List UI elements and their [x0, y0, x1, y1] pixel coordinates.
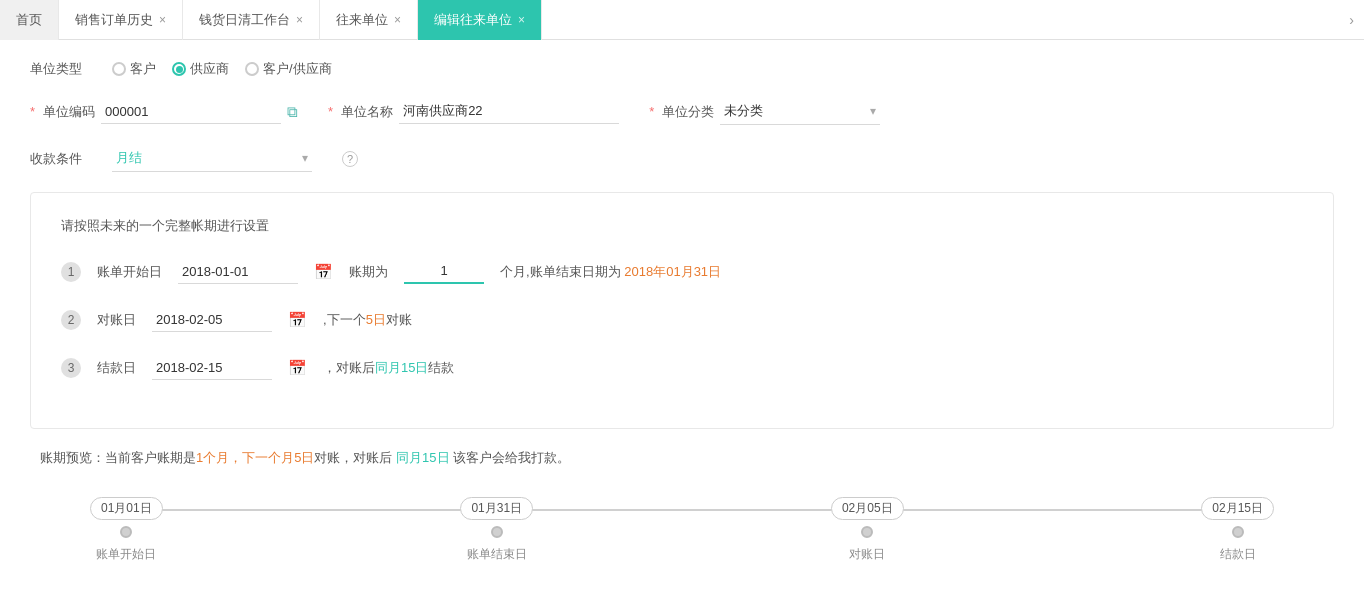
radio-label-both: 客户/供应商	[263, 60, 332, 78]
node-badge-2: 01月31日	[460, 497, 533, 520]
row-num-1: 1	[61, 262, 81, 282]
unit-code-input[interactable]	[101, 100, 281, 124]
unit-code-label: 单位编码	[43, 103, 95, 121]
node-label-1: 账单开始日	[96, 546, 156, 563]
payment-dropdown-arrow-icon: ▾	[302, 151, 308, 165]
preview-text: 账期预览：当前客户账期是1个月，下一个月5日对账，对账后 同月15日 该客户会给…	[30, 449, 1334, 467]
setting-row-3: 3 结款日 📅 ，对账后同月15日结款	[61, 356, 1303, 380]
unit-category-group: * 单位分类 未分类 ▾	[649, 98, 880, 125]
node-label-2: 账单结束日	[467, 546, 527, 563]
radio-circle-customer	[112, 62, 126, 76]
row-label-3: 结款日	[97, 359, 136, 377]
start-date-input[interactable]	[178, 260, 298, 284]
period-unit: 个月,账单结束日期为 2018年01月31日	[500, 263, 721, 281]
reconcile-desc: ,下一个5日对账	[323, 311, 412, 329]
reconcile-date-input[interactable]	[152, 308, 272, 332]
timeline-node-1: 01月01日 账单开始日	[90, 497, 163, 563]
node-dot-2	[491, 526, 503, 538]
timeline-container: 01月01日 账单开始日 01月31日 账单结束日 02月05日 对账日	[30, 497, 1334, 563]
payment-value: 月结	[116, 149, 296, 167]
node-badge-3: 02月05日	[831, 497, 904, 520]
unit-type-radio-group: 客户 供应商 客户/供应商	[112, 60, 332, 78]
timeline-node-2: 01月31日 账单结束日	[460, 497, 533, 563]
radio-customer[interactable]: 客户	[112, 60, 156, 78]
tab-cash-work[interactable]: 钱货日清工作台 ×	[183, 0, 320, 40]
row-label-2: 对账日	[97, 311, 136, 329]
period-value-input[interactable]	[404, 259, 484, 284]
dropdown-arrow-icon: ▾	[870, 104, 876, 118]
unit-code-group: * 单位编码 ⧉	[30, 100, 298, 124]
radio-circle-both	[245, 62, 259, 76]
reconcile-date-cal-icon[interactable]: 📅	[288, 311, 307, 329]
payment-row: 收款条件 月结 ▾ ?	[30, 145, 1334, 172]
node-badge-4: 02月15日	[1201, 497, 1274, 520]
close-edit-partner[interactable]: ×	[518, 14, 525, 26]
radio-label-supplier: 供应商	[190, 60, 229, 78]
row-num-3: 3	[61, 358, 81, 378]
payment-date-cal-icon[interactable]: 📅	[288, 359, 307, 377]
unit-name-input[interactable]	[399, 100, 619, 124]
star-code: *	[30, 104, 35, 119]
settings-title: 请按照未来的一个完整帐期进行设置	[61, 217, 1303, 235]
payment-desc: ，对账后同月15日结款	[323, 359, 454, 377]
unit-type-row: 单位类型 客户 供应商 客户/供应商	[30, 60, 1334, 78]
period-label: 账期为	[349, 263, 388, 281]
help-icon[interactable]: ?	[342, 151, 358, 167]
end-date-highlight: 2018年01月31日	[624, 264, 721, 279]
star-name: *	[328, 104, 333, 119]
payment-dropdown[interactable]: 月结 ▾	[112, 145, 312, 172]
main-content: 单位类型 客户 供应商 客户/供应商 * 单位编码 ⧉ * 单位名称	[0, 40, 1364, 608]
tab-home[interactable]: 首页	[0, 0, 59, 40]
setting-row-1: 1 账单开始日 📅 账期为 个月,账单结束日期为 2018年01月31日	[61, 259, 1303, 284]
tab-edit-partner[interactable]: 编辑往来单位 ×	[418, 0, 542, 40]
radio-circle-supplier	[172, 62, 186, 76]
radio-supplier[interactable]: 供应商	[172, 60, 229, 78]
tabs-bar: 首页 销售订单历史 × 钱货日清工作台 × 往来单位 × 编辑往来单位 × ›	[0, 0, 1364, 40]
unit-name-group: * 单位名称	[328, 100, 619, 124]
payment-label: 收款条件	[30, 150, 82, 168]
unit-category-dropdown[interactable]: 未分类 ▾	[720, 98, 880, 125]
preview-part3: 同月15日	[396, 450, 449, 465]
close-partners[interactable]: ×	[394, 14, 401, 26]
payment-date-input[interactable]	[152, 356, 272, 380]
reconcile-highlight: 5日	[366, 312, 386, 327]
timeline-nodes: 01月01日 账单开始日 01月31日 账单结束日 02月05日 对账日	[90, 497, 1274, 563]
close-cash-work[interactable]: ×	[296, 14, 303, 26]
radio-label-customer: 客户	[130, 60, 156, 78]
row-num-2: 2	[61, 310, 81, 330]
row-label-1: 账单开始日	[97, 263, 162, 281]
unit-name-label: 单位名称	[341, 103, 393, 121]
radio-both[interactable]: 客户/供应商	[245, 60, 332, 78]
payment-highlight: 同月15日	[375, 360, 428, 375]
unit-info-row: * 单位编码 ⧉ * 单位名称 * 单位分类 未分类 ▾	[30, 98, 1334, 125]
preview-part2: 下一个月5日	[242, 450, 314, 465]
node-dot-4	[1232, 526, 1244, 538]
start-date-cal-icon[interactable]: 📅	[314, 263, 333, 281]
unit-category-value: 未分类	[724, 102, 862, 120]
settings-box: 请按照未来的一个完整帐期进行设置 1 账单开始日 📅 账期为 个月,账单结束日期…	[30, 192, 1334, 429]
timeline-node-3: 02月05日 对账日	[831, 497, 904, 563]
preview-part1: 1个月，	[196, 450, 242, 465]
copy-icon[interactable]: ⧉	[287, 103, 298, 121]
tab-partners[interactable]: 往来单位 ×	[320, 0, 418, 40]
node-label-4: 结款日	[1220, 546, 1256, 563]
star-category: *	[649, 104, 654, 119]
unit-type-label: 单位类型	[30, 60, 82, 78]
tab-sales-history[interactable]: 销售订单历史 ×	[59, 0, 183, 40]
node-badge-1: 01月01日	[90, 497, 163, 520]
timeline-node-4: 02月15日 结款日	[1201, 497, 1274, 563]
node-dot-1	[120, 526, 132, 538]
close-sales-history[interactable]: ×	[159, 14, 166, 26]
tabs-scroll-arrow[interactable]: ›	[1339, 12, 1364, 28]
node-label-3: 对账日	[849, 546, 885, 563]
setting-row-2: 2 对账日 📅 ,下一个5日对账	[61, 308, 1303, 332]
unit-category-label: 单位分类	[662, 103, 714, 121]
node-dot-3	[861, 526, 873, 538]
